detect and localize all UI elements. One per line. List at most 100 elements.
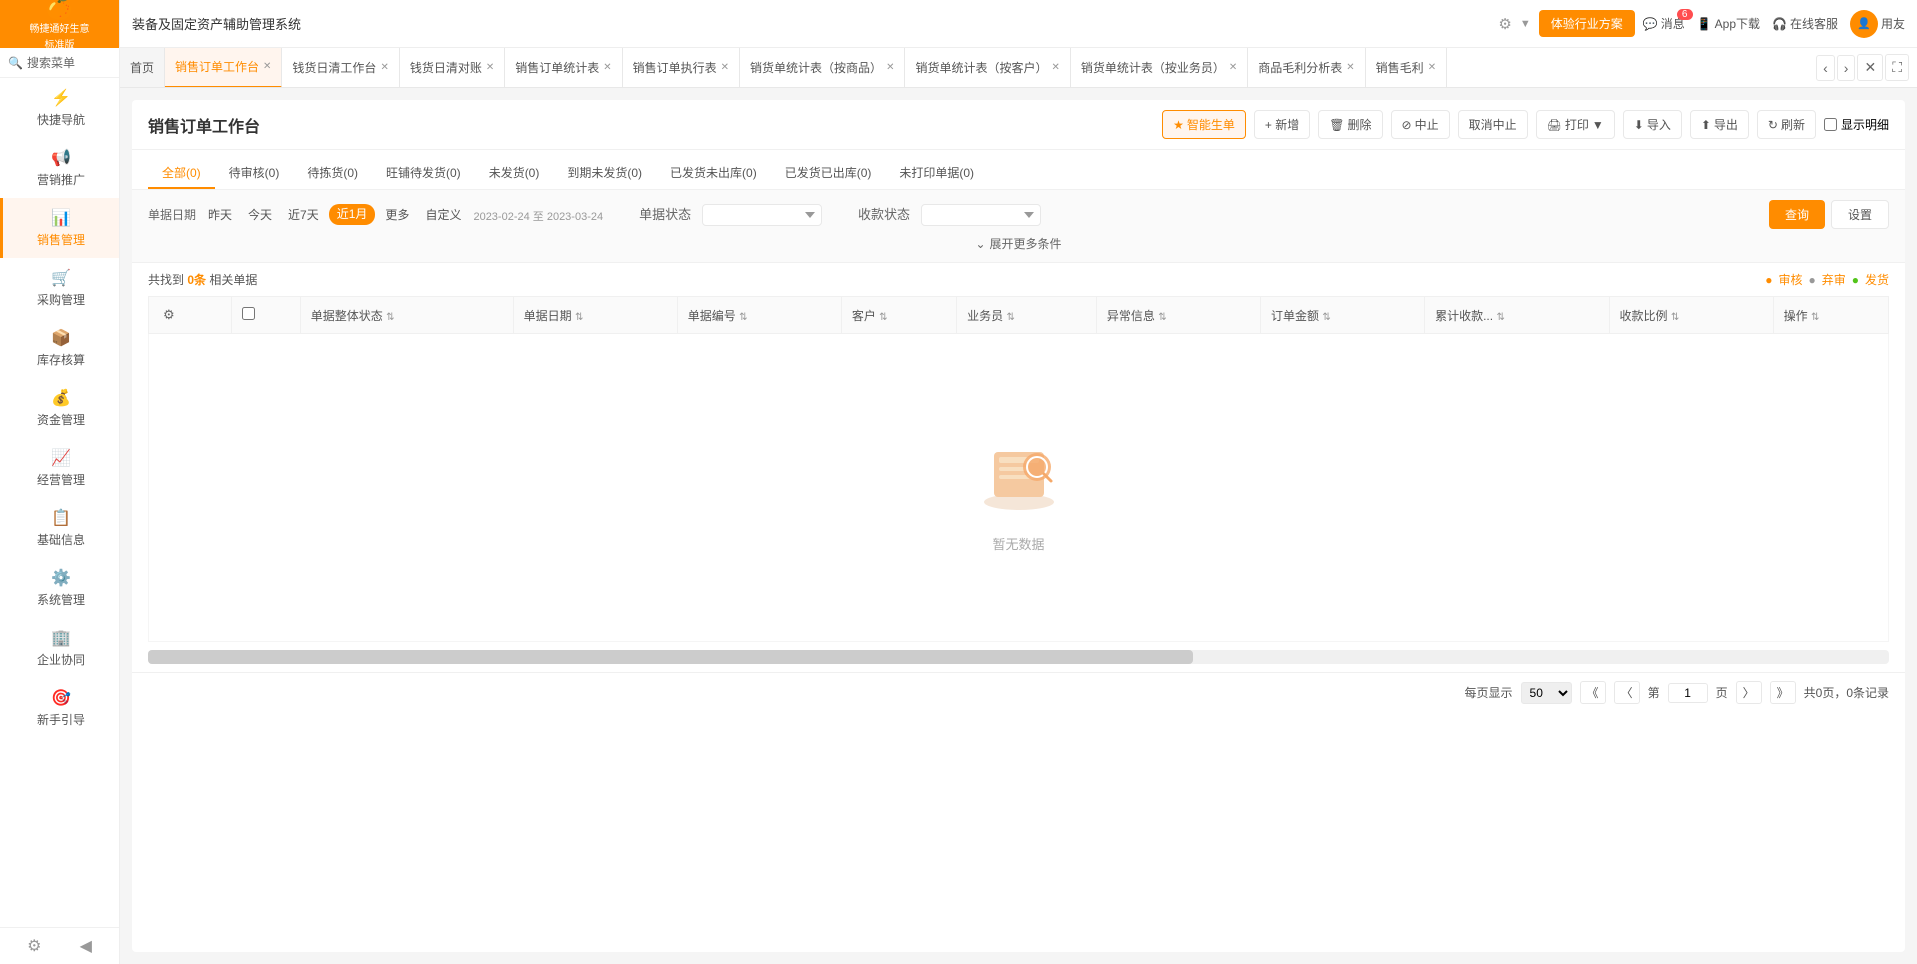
tab-sales-discount[interactable]: 销售毛利✕	[1366, 48, 1447, 88]
scrollbar-track[interactable]	[148, 650, 1889, 664]
sort-icon-customer[interactable]: ⇅	[879, 312, 887, 323]
th-error_info[interactable]: 异常信息 ⇅	[1096, 297, 1260, 334]
tab-close-cash-reconcile[interactable]: ✕	[486, 62, 494, 73]
tab-close-sales-by-customer[interactable]: ✕	[1051, 62, 1059, 73]
date-opt-1month[interactable]: 近1月	[329, 204, 376, 225]
tab-close-sales-by-product[interactable]: ✕	[886, 62, 894, 73]
date-opt-yesterday[interactable]: 昨天	[202, 204, 238, 225]
expand-more-btn[interactable]: ⌄ 展开更多条件	[148, 235, 1889, 252]
sort-icon-operation[interactable]: ⇅	[1811, 312, 1819, 323]
show-detail-checkbox[interactable]	[1824, 118, 1837, 131]
tab-cash-reconcile[interactable]: 钱货日清对账✕	[400, 48, 505, 88]
first-page-btn[interactable]: 《	[1580, 681, 1606, 704]
tab-close-sales-discount[interactable]: ✕	[1428, 62, 1436, 73]
sort-icon-amount[interactable]: ⇅	[1322, 312, 1330, 323]
tab-next-btn[interactable]: ›	[1837, 55, 1856, 81]
sort-icon-number[interactable]: ⇅	[739, 312, 747, 323]
per-page-select[interactable]: 50 10 20 100	[1521, 682, 1572, 704]
stop-btn[interactable]: ⊘ 中止	[1391, 110, 1450, 139]
th-number[interactable]: 单据编号 ⇅	[677, 297, 841, 334]
th-operation[interactable]: 操作 ⇅	[1773, 297, 1888, 334]
sidebar-item-base-info[interactable]: 📋 基础信息	[0, 498, 119, 558]
delete-btn[interactable]: 🗑 删除	[1318, 110, 1382, 139]
prev-page-btn[interactable]: 〈	[1614, 681, 1640, 704]
sidebar-item-enterprise[interactable]: 🏢 企业协同	[0, 618, 119, 678]
sort-icon-date[interactable]: ⇅	[575, 312, 583, 323]
collapse-icon[interactable]: ◀	[80, 936, 92, 956]
tab-close-gross-profit[interactable]: ✕	[1346, 62, 1354, 73]
solution-btn[interactable]: 体验行业方案	[1539, 10, 1635, 37]
tab-sales-exec[interactable]: 销售订单执行表✕	[623, 48, 740, 88]
smart-gen-btn[interactable]: ★ 智能生单	[1162, 110, 1246, 139]
th-date[interactable]: 单据日期 ⇅	[513, 297, 677, 334]
cancel-stop-btn[interactable]: 取消中止	[1458, 110, 1528, 139]
sort-icon-status[interactable]: ⇅	[386, 312, 394, 323]
sidebar-item-operations[interactable]: 📈 经营管理	[0, 438, 119, 498]
import-btn[interactable]: ⬇ 导入	[1623, 110, 1682, 139]
sub-tab-overdue-ship[interactable]: 到期未发货(0)	[553, 158, 656, 189]
online-service-btn[interactable]: 🎧 在线客服	[1772, 15, 1838, 32]
th-ratio[interactable]: 收款比例 ⇅	[1609, 297, 1773, 334]
tab-gross-profit[interactable]: 商品毛利分析表✕	[1248, 48, 1365, 88]
tab-cash-daily[interactable]: 钱货日清工作台✕	[282, 48, 399, 88]
page-number-input[interactable]	[1668, 683, 1708, 703]
tab-close-sales-exec[interactable]: ✕	[721, 62, 729, 73]
export-btn[interactable]: ⬆ 导出	[1690, 110, 1749, 139]
sidebar-item-inventory[interactable]: 📦 库存核算	[0, 318, 119, 378]
tab-sales-stat[interactable]: 销售订单统计表✕	[505, 48, 622, 88]
app-download-btn[interactable]: 📱 App下载	[1697, 15, 1760, 32]
settings-icon[interactable]: ⚙	[27, 936, 41, 956]
tab-prev-btn[interactable]: ‹	[1816, 55, 1835, 81]
tab-close-sales-workbench[interactable]: ✕	[263, 61, 271, 72]
query-btn[interactable]: 查询	[1769, 200, 1825, 229]
th-customer[interactable]: 客户 ⇅	[841, 297, 956, 334]
payment-select[interactable]	[921, 204, 1041, 226]
tab-sales-workbench[interactable]: 销售订单工作台✕	[165, 48, 282, 88]
sub-tab-pending-review[interactable]: 待审核(0)	[215, 158, 294, 189]
tab-close-sales-by-staff[interactable]: ✕	[1229, 62, 1237, 73]
status-select[interactable]	[702, 204, 822, 226]
sub-tab-shipped-out[interactable]: 已发货已出库(0)	[771, 158, 886, 189]
th-received[interactable]: 累计收款... ⇅	[1425, 297, 1609, 334]
date-opt-7days[interactable]: 近7天	[282, 204, 325, 225]
refresh-btn[interactable]: ↻ 刷新	[1757, 110, 1816, 139]
sub-tab-all[interactable]: 全部(0)	[148, 158, 215, 189]
sort-icon-ratio[interactable]: ⇅	[1671, 312, 1679, 323]
sidebar-item-guide[interactable]: 🎯 新手引导	[0, 678, 119, 738]
scrollbar-thumb[interactable]	[148, 650, 1193, 664]
tab-fullscreen-btn[interactable]: ⛶	[1885, 54, 1909, 81]
tab-close-sales-stat[interactable]: ✕	[603, 62, 611, 73]
sidebar-item-sys-mgmt[interactable]: ⚙️ 系统管理	[0, 558, 119, 618]
sub-tab-shipped-not-out[interactable]: 已发货未出库(0)	[656, 158, 771, 189]
cancel-review-btn[interactable]: 弃审	[1822, 271, 1846, 288]
show-detail-check[interactable]: 显示明细	[1824, 116, 1889, 133]
sort-icon-staff[interactable]: ⇅	[1007, 312, 1015, 323]
sidebar-item-sales-mgmt[interactable]: 📊 销售管理	[0, 198, 119, 258]
dropdown-arrow-icon[interactable]: ▼	[1520, 18, 1531, 30]
sidebar-item-finance[interactable]: 💰 资金管理	[0, 378, 119, 438]
sort-icon-received[interactable]: ⇅	[1496, 312, 1504, 323]
date-opt-custom[interactable]: 自定义	[419, 204, 467, 225]
th-amount[interactable]: 订单金额 ⇅	[1260, 297, 1424, 334]
th-staff[interactable]: 业务员 ⇅	[957, 297, 1097, 334]
tab-home[interactable]: 首页	[120, 48, 165, 88]
sub-tab-pending-check[interactable]: 待拣货(0)	[293, 158, 372, 189]
sub-tab-not-printed[interactable]: 未打印单据(0)	[885, 158, 988, 189]
sidebar-item-quick-nav[interactable]: ⚡ 快捷导航	[0, 78, 119, 138]
th-status[interactable]: 单据整体状态 ⇅	[300, 297, 513, 334]
sub-tab-wangpu-pending[interactable]: 旺铺待发货(0)	[372, 158, 475, 189]
user-btn[interactable]: 👤 用友	[1850, 10, 1905, 38]
message-btn[interactable]: 💬 消息 6	[1643, 15, 1685, 32]
sidebar-item-purchase-mgmt[interactable]: 🛒 采购管理	[0, 258, 119, 318]
search-menu[interactable]: 🔍 搜索菜单	[0, 48, 119, 78]
new-btn[interactable]: + 新增	[1254, 110, 1310, 139]
last-page-btn[interactable]: 》	[1770, 681, 1796, 704]
review-btn[interactable]: 审核	[1778, 271, 1802, 288]
tab-sales-by-product[interactable]: 销货单统计表（按商品）✕	[740, 48, 905, 88]
sort-icon-error_info[interactable]: ⇅	[1158, 312, 1166, 323]
tab-close-cash-daily[interactable]: ✕	[380, 62, 388, 73]
sidebar-item-marketing[interactable]: 📢 营销推广	[0, 138, 119, 198]
tab-sales-by-staff[interactable]: 销货单统计表（按业务员）✕	[1071, 48, 1248, 88]
tab-close-all-btn[interactable]: ✕	[1857, 54, 1883, 81]
sub-tab-not-shipped[interactable]: 未发货(0)	[475, 158, 554, 189]
